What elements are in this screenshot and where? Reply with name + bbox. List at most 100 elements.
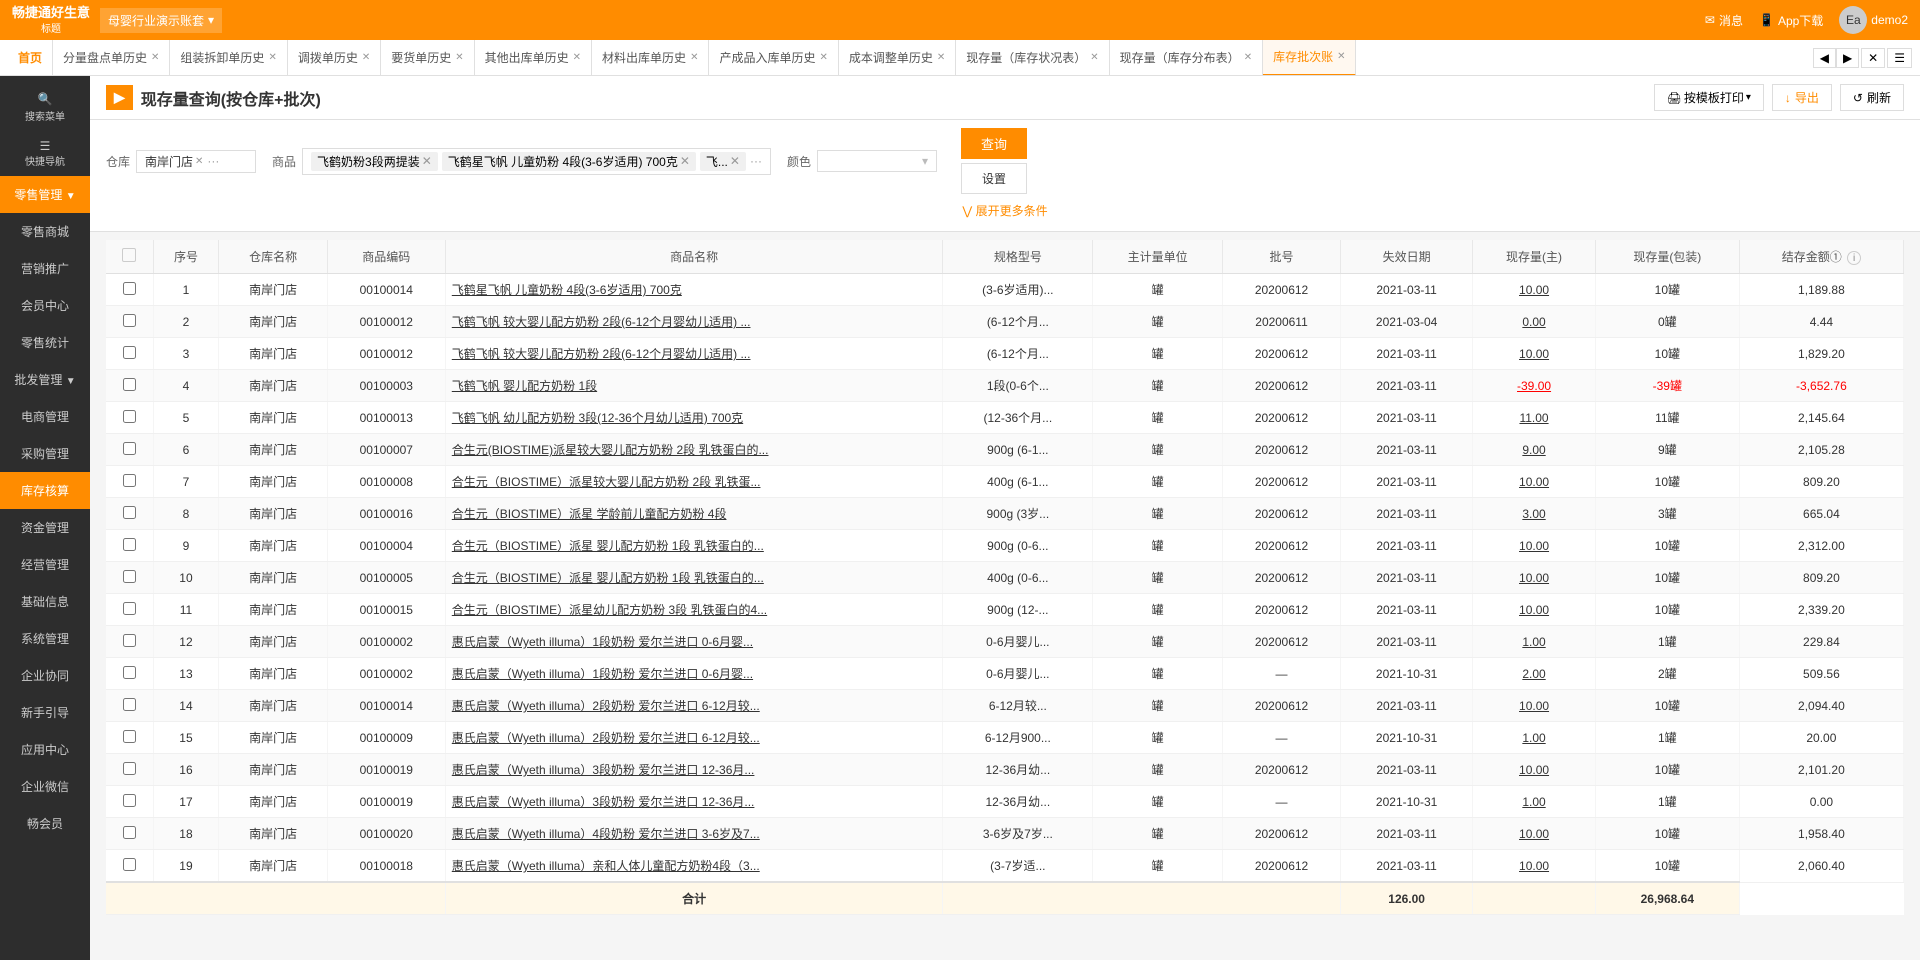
row-product-name[interactable]: 惠氏启蒙（Wyeth illuma）3段奶粉 爱尔兰进口 12-36月... <box>445 786 943 818</box>
stock-main-link[interactable]: 0.00 <box>1522 315 1545 329</box>
product-input[interactable]: 飞鹤奶粉3段两提装 ✕ 飞鹤星飞帆 儿童奶粉 4段(3-6岁适用) 700克 ✕… <box>302 148 771 175</box>
color-input[interactable]: ▾ <box>817 150 937 172</box>
tab-dismantle[interactable]: 组装拆卸单历史 ✕ <box>170 40 287 76</box>
tab-close-require[interactable]: ✕ <box>455 52 463 63</box>
print-template-btn[interactable]: 🖨 按模板打印 ▾ <box>1654 84 1764 111</box>
row-stock-main[interactable]: 10.00 <box>1473 466 1596 498</box>
product-name-link[interactable]: 惠氏启蒙（Wyeth illuma）1段奶粉 爱尔兰进口 0-6月婴... <box>452 635 753 649</box>
product-name-link[interactable]: 合生元（BIOSTIME）派星 婴儿配方奶粉 1段 乳铁蛋白的... <box>452 539 764 553</box>
product-name-link[interactable]: 飞鹤星飞帆 儿童奶粉 4段(3-6岁适用) 700克 <box>452 283 682 297</box>
row-product-name[interactable]: 合生元(BIOSTIME)派星较大婴儿配方奶粉 2段 乳铁蛋白的... <box>445 434 943 466</box>
row-product-name[interactable]: 惠氏启蒙（Wyeth illuma）2段奶粉 爱尔兰进口 6-12月较... <box>445 722 943 754</box>
stock-main-link[interactable]: 10.00 <box>1519 827 1549 841</box>
tab-next-btn[interactable]: ▶ <box>1836 48 1859 68</box>
stock-main-link[interactable]: 11.00 <box>1519 411 1548 425</box>
tab-prev-btn[interactable]: ◀ <box>1813 48 1836 68</box>
tab-close-inv-status[interactable]: ✕ <box>1090 52 1098 63</box>
stock-main-link[interactable]: 10.00 <box>1519 283 1549 297</box>
tab-batch-voucher[interactable]: 库存批次账 ✕ <box>1263 40 1356 76</box>
app-download-btn[interactable]: 📱 App下载 <box>1759 12 1823 29</box>
row-stock-main[interactable]: 0.00 <box>1473 306 1596 338</box>
row-stock-main[interactable]: 10.00 <box>1473 562 1596 594</box>
product-name-link[interactable]: 合生元（BIOSTIME）派星 学龄前儿童配方奶粉 4段 <box>452 507 727 521</box>
row-stock-main[interactable]: 10.00 <box>1473 818 1596 850</box>
row-stock-main[interactable]: 10.00 <box>1473 754 1596 786</box>
row-checkbox[interactable] <box>106 658 153 690</box>
sidebar-item-retail-stats[interactable]: 零售统计 <box>0 324 90 361</box>
sidebar-item-system[interactable]: 系统管理 <box>0 620 90 657</box>
row-checkbox[interactable] <box>106 274 153 306</box>
tab-require[interactable]: 要货单历史 ✕ <box>381 40 474 76</box>
stock-main-link[interactable]: 10.00 <box>1519 571 1549 585</box>
product-name-link[interactable]: 飞鹤飞帆 较大婴儿配方奶粉 2段(6-12个月婴幼儿适用) ... <box>452 315 751 329</box>
row-checkbox[interactable] <box>106 434 153 466</box>
message-btn[interactable]: ✉ 消息 <box>1705 12 1743 29</box>
tab-inv-status[interactable]: 现存量（库存状况表） ✕ <box>956 40 1109 76</box>
row-stock-main[interactable]: 10.00 <box>1473 274 1596 306</box>
row-product-name[interactable]: 飞鹤星飞帆 儿童奶粉 4段(3-6岁适用) 700克 <box>445 274 943 306</box>
sidebar-item-wholesale[interactable]: 批发管理 ▼ <box>0 361 90 398</box>
warehouse-remove-icon[interactable]: ✕ <box>195 156 203 167</box>
balance-info-icon[interactable]: i <box>1847 251 1861 265</box>
stock-main-link[interactable]: 9.00 <box>1522 443 1545 457</box>
sidebar-item-vip[interactable]: 畅会员 <box>0 805 90 842</box>
product-name-link[interactable]: 飞鹤飞帆 婴儿配方奶粉 1段 <box>452 379 597 393</box>
stock-main-link[interactable]: 10.00 <box>1519 859 1549 873</box>
th-checkbox[interactable] <box>106 240 153 274</box>
stock-main-link[interactable]: 10.00 <box>1519 347 1549 361</box>
row-stock-main[interactable]: 3.00 <box>1473 498 1596 530</box>
select-all-checkbox[interactable] <box>122 248 136 262</box>
sidebar-item-finance[interactable]: 资金管理 <box>0 509 90 546</box>
sidebar-item-enterprise-wechat[interactable]: 企业微信 <box>0 768 90 805</box>
expand-more-btn[interactable]: ⋁ 展开更多条件 <box>958 198 1051 223</box>
product-more[interactable]: ··· <box>750 154 762 168</box>
row-checkbox[interactable] <box>106 402 153 434</box>
refresh-btn[interactable]: ↺ 刷新 <box>1840 84 1904 111</box>
row-stock-main[interactable]: 2.00 <box>1473 658 1596 690</box>
row-product-name[interactable]: 合生元（BIOSTIME）派星幼儿配方奶粉 3段 乳铁蛋白的4... <box>445 594 943 626</box>
row-stock-main[interactable]: 10.00 <box>1473 530 1596 562</box>
row-product-name[interactable]: 飞鹤飞帆 较大婴儿配方奶粉 2段(6-12个月婴幼儿适用) ... <box>445 306 943 338</box>
tab-material-out[interactable]: 材料出库单历史 ✕ <box>592 40 709 76</box>
row-stock-main[interactable]: 1.00 <box>1473 786 1596 818</box>
row-stock-main[interactable]: 10.00 <box>1473 594 1596 626</box>
tab-menu-btn[interactable]: ☰ <box>1887 48 1912 68</box>
tab-product-in[interactable]: 产成品入库单历史 ✕ <box>709 40 838 76</box>
tab-split-check[interactable]: 分量盘点单历史 ✕ <box>53 40 170 76</box>
product-tag-remove-1[interactable]: ✕ <box>422 154 432 168</box>
row-product-name[interactable]: 飞鹤飞帆 婴儿配方奶粉 1段 <box>445 370 943 402</box>
stock-main-link[interactable]: 10.00 <box>1519 475 1549 489</box>
row-product-name[interactable]: 惠氏启蒙（Wyeth illuma）2段奶粉 爱尔兰进口 6-12月较... <box>445 690 943 722</box>
row-checkbox[interactable] <box>106 818 153 850</box>
stock-main-link[interactable]: 10.00 <box>1519 699 1549 713</box>
sidebar-item-inventory-check[interactable]: 库存核算 <box>0 472 90 509</box>
row-checkbox[interactable] <box>106 754 153 786</box>
row-product-name[interactable]: 惠氏启蒙（Wyeth illuma）1段奶粉 爱尔兰进口 0-6月婴... <box>445 658 943 690</box>
row-stock-main[interactable]: 10.00 <box>1473 850 1596 883</box>
product-tag-remove-3[interactable]: ✕ <box>730 154 740 168</box>
tab-close-product-in[interactable]: ✕ <box>819 52 827 63</box>
product-tag-remove-2[interactable]: ✕ <box>680 154 690 168</box>
product-name-link[interactable]: 合生元(BIOSTIME)派星较大婴儿配方奶粉 2段 乳铁蛋白的... <box>452 443 769 457</box>
product-name-link[interactable]: 合生元（BIOSTIME）派星 婴儿配方奶粉 1段 乳铁蛋白的... <box>452 571 764 585</box>
product-name-link[interactable]: 惠氏启蒙（Wyeth illuma）3段奶粉 爱尔兰进口 12-36月... <box>452 795 755 809</box>
product-name-link[interactable]: 飞鹤飞帆 较大婴儿配方奶粉 2段(6-12个月婴幼儿适用) ... <box>452 347 751 361</box>
row-checkbox[interactable] <box>106 850 153 883</box>
product-name-link[interactable]: 惠氏启蒙（Wyeth illuma）2段奶粉 爱尔兰进口 6-12月较... <box>452 699 760 713</box>
row-product-name[interactable]: 惠氏启蒙（Wyeth illuma）4段奶粉 爱尔兰进口 3-6岁及7... <box>445 818 943 850</box>
row-product-name[interactable]: 合生元（BIOSTIME）派星较大婴儿配方奶粉 2段 乳铁蛋... <box>445 466 943 498</box>
table-container[interactable]: 序号 仓库名称 商品编码 商品名称 规格型号 主计量单位 批号 失效日期 现存量… <box>90 232 1920 960</box>
row-checkbox[interactable] <box>106 786 153 818</box>
stock-main-link[interactable]: 3.00 <box>1522 507 1545 521</box>
stock-main-link[interactable]: 1.00 <box>1522 731 1545 745</box>
tab-adjust[interactable]: 调拨单历史 ✕ <box>288 40 381 76</box>
row-product-name[interactable]: 合生元（BIOSTIME）派星 婴儿配方奶粉 1段 乳铁蛋白的... <box>445 562 943 594</box>
warehouse-more[interactable]: ··· <box>207 154 219 168</box>
sidebar-item-retail-mgmt[interactable]: 零售管理 ▼ <box>0 176 90 213</box>
sidebar-item-app-center[interactable]: 应用中心 <box>0 731 90 768</box>
product-name-link[interactable]: 惠氏启蒙（Wyeth illuma）1段奶粉 爱尔兰进口 0-6月婴... <box>452 667 753 681</box>
sidebar-item-retail-shop[interactable]: 零售商城 <box>0 213 90 250</box>
export-btn[interactable]: ↓ 导出 <box>1772 84 1832 111</box>
stock-main-link[interactable]: 2.00 <box>1522 667 1545 681</box>
row-checkbox[interactable] <box>106 530 153 562</box>
